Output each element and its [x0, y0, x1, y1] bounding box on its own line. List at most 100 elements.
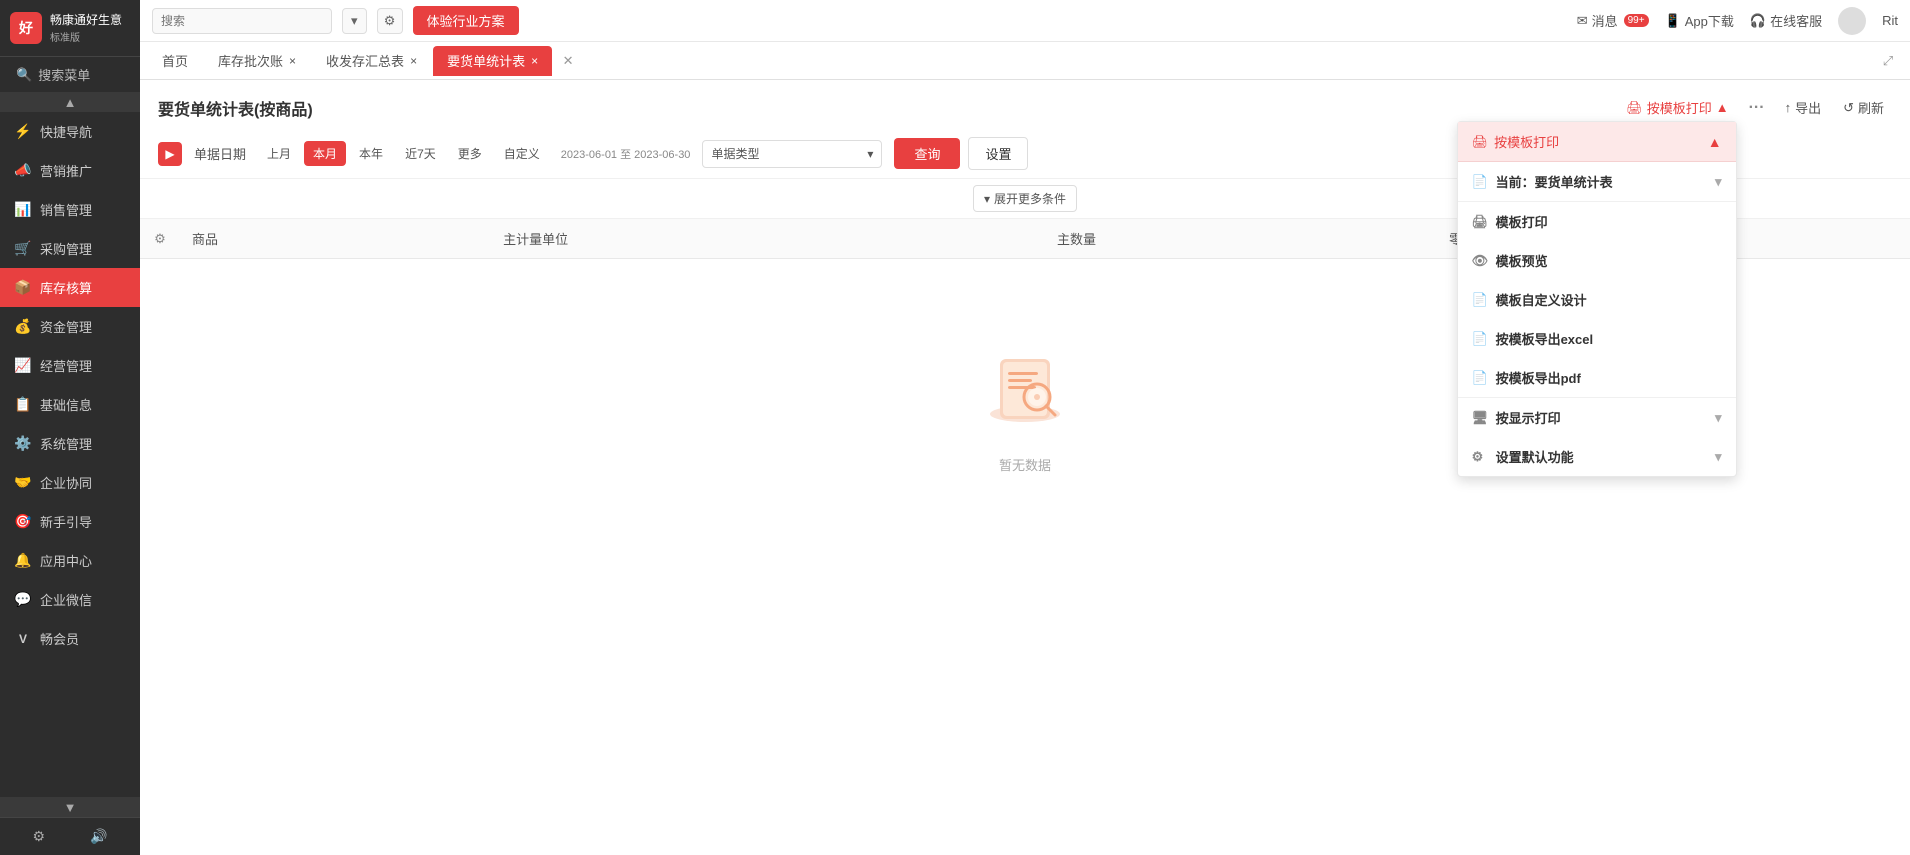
sidebar-item-wechat[interactable]: 💬 企业微信: [0, 580, 140, 619]
tab-bar: 首页 库存批次账 × 收发存汇总表 × 要货单统计表 × ✕ ⤢: [140, 42, 1910, 80]
print-chevron-icon: ▲: [1716, 100, 1729, 115]
settings-bottom-btn[interactable]: ⚙: [33, 828, 46, 845]
empty-text: 暂无数据: [999, 455, 1051, 474]
topbar-search-input[interactable]: [152, 8, 332, 34]
sidebar-item-basics[interactable]: 📋 基础信息: [0, 385, 140, 424]
messages-btn[interactable]: ✉ 消息 99+: [1577, 11, 1649, 30]
empty-icon: [975, 339, 1075, 439]
sidebar-item-label: 经营管理: [40, 356, 92, 375]
wechat-icon: 💬: [14, 591, 32, 608]
industry-btn[interactable]: 体验行业方案: [413, 6, 519, 35]
page-content: 要货单统计表(按商品) 🖨 按模板打印 ▲ 🖨: [140, 80, 1910, 855]
page-title: 要货单统计表(按商品): [158, 96, 313, 120]
dropdown-title-text: 按模板打印: [1494, 132, 1559, 151]
tab-batch-account-close[interactable]: ×: [289, 54, 296, 68]
appstore-icon: 🔔: [14, 552, 32, 569]
export-label: 导出: [1795, 98, 1821, 117]
template-preview-label: 模板预览: [1496, 251, 1548, 270]
refresh-icon: ↺: [1843, 100, 1854, 116]
tab-order-stats-label: 要货单统计表: [447, 51, 525, 70]
dropdown-current-item[interactable]: 📄 当前：要货单统计表 ▾: [1458, 162, 1736, 201]
sidebar-item-label: 采购管理: [40, 239, 92, 258]
tab-batch-account-label: 库存批次账: [218, 51, 283, 70]
header-actions: 🖨 按模板打印 ▲ 🖨 按模板打印 ▲: [1618, 94, 1892, 121]
sidebar-item-enterprise[interactable]: 🤝 企业协同: [0, 463, 140, 502]
dropdown-template-preview[interactable]: 👁 模板预览: [1458, 241, 1736, 280]
type-select[interactable]: 单据类型 ▾: [702, 140, 882, 168]
tab-order-stats-close[interactable]: ×: [531, 54, 538, 68]
sidebar-item-label: 应用中心: [40, 551, 92, 570]
message-badge: 99+: [1624, 14, 1649, 27]
download-icon: 📱: [1665, 13, 1681, 29]
print-dropdown: 🖨 按模板打印 ▲ 📄 当前：要货单统计表 ▾: [1457, 121, 1737, 477]
tab-home[interactable]: 首页: [148, 46, 202, 76]
expand-more-btn[interactable]: ▾ 展开更多条件: [973, 185, 1077, 212]
tab-receipt-summary[interactable]: 收发存汇总表 ×: [312, 46, 431, 76]
dropdown-display-print[interactable]: 🖥 按显示打印 ▾: [1458, 398, 1736, 437]
refresh-btn[interactable]: ↺ 刷新: [1835, 94, 1892, 121]
print-btn[interactable]: 🖨 按模板打印 ▲: [1618, 94, 1736, 121]
tab-close-all-btn[interactable]: ✕: [554, 47, 582, 75]
type-select-label: 单据类型: [711, 145, 759, 162]
print-icon: 🖨: [1626, 100, 1643, 116]
dropdown-section-display: 🖥 按显示打印 ▾ ⚙ 设置默认功能 ▾: [1458, 397, 1736, 476]
sidebar-item-finance[interactable]: 💰 资金管理: [0, 307, 140, 346]
topbar-gear-btn[interactable]: ⚙: [377, 8, 403, 34]
sidebar-item-label: 畅会员: [40, 629, 79, 648]
sidebar-item-newbie[interactable]: 🎯 新手引导: [0, 502, 140, 541]
date-tab-current-month[interactable]: 本月: [304, 141, 346, 166]
sidebar-scroll-down[interactable]: ▼: [0, 797, 140, 817]
filter-expand-btn[interactable]: ▶: [158, 142, 182, 166]
marketing-icon: 📣: [14, 162, 32, 179]
tab-batch-account[interactable]: 库存批次账 ×: [204, 46, 310, 76]
dropdown-template-print[interactable]: 🖨 模板打印: [1458, 202, 1736, 241]
dropdown-close-btn[interactable]: ▲: [1708, 134, 1722, 150]
app-download-label: App下载: [1685, 11, 1734, 30]
sidebar-item-quick-nav[interactable]: ⚡ 快捷导航: [0, 112, 140, 151]
export-btn[interactable]: ↑ 导出: [1777, 94, 1830, 121]
sidebar-item-marketing[interactable]: 📣 营销推广: [0, 151, 140, 190]
sidebar-item-label: 企业微信: [40, 590, 92, 609]
set-default-icon: ⚙: [1472, 449, 1488, 465]
export-icon: ↑: [1785, 100, 1792, 115]
sidebar-item-member[interactable]: V 畅会员: [0, 619, 140, 658]
more-actions-btn[interactable]: ···: [1743, 97, 1771, 119]
th-settings[interactable]: ⚙: [140, 219, 180, 259]
logo-icon: 好: [10, 12, 42, 44]
finance-icon: 💰: [14, 318, 32, 335]
sidebar-scroll-up[interactable]: ▲: [0, 92, 140, 112]
sidebar-item-purchase[interactable]: 🛒 采购管理: [0, 229, 140, 268]
sidebar-item-system[interactable]: ⚙️ 系统管理: [0, 424, 140, 463]
dropdown-export-pdf[interactable]: 📄 按模板导出pdf: [1458, 358, 1736, 397]
dropdown-export-excel[interactable]: 📄 按模板导出excel: [1458, 319, 1736, 358]
topbar-dropdown-btn[interactable]: ▾: [342, 8, 367, 34]
settings-btn[interactable]: 设置: [968, 137, 1028, 170]
date-tab-current-year[interactable]: 本年: [350, 141, 392, 166]
online-service-btn[interactable]: 🎧 在线客服: [1750, 11, 1822, 30]
date-tab-prev-month[interactable]: 上月: [258, 141, 300, 166]
sidebar-item-label: 营销推广: [40, 161, 92, 180]
sidebar-item-appstore[interactable]: 🔔 应用中心: [0, 541, 140, 580]
dropdown-header: 🖨 按模板打印 ▲: [1458, 122, 1736, 162]
app-download-btn[interactable]: 📱 App下载: [1665, 11, 1734, 30]
display-print-label: 按显示打印: [1496, 408, 1561, 427]
user-avatar[interactable]: [1838, 7, 1866, 35]
sidebar-item-operations[interactable]: 📈 经营管理: [0, 346, 140, 385]
export-excel-label: 按模板导出excel: [1496, 329, 1594, 348]
tab-receipt-summary-close[interactable]: ×: [410, 54, 417, 68]
tab-order-stats[interactable]: 要货单统计表 ×: [433, 46, 552, 76]
query-btn[interactable]: 查询: [894, 138, 960, 169]
sidebar-search[interactable]: 🔍 搜索菜单: [0, 57, 140, 92]
message-icon: ✉: [1577, 13, 1588, 29]
dropdown-set-default[interactable]: ⚙ 设置默认功能 ▾: [1458, 437, 1736, 476]
dropdown-template-custom[interactable]: 📄 模板自定义设计: [1458, 280, 1736, 319]
topbar: ▾ ⚙ 体验行业方案 ✉ 消息 99+ 📱 App下载 🎧 在线客服 Rit: [140, 0, 1910, 42]
date-tab-custom[interactable]: 自定义: [495, 141, 549, 166]
export-pdf-icon: 📄: [1472, 370, 1488, 386]
date-tab-more[interactable]: 更多: [449, 141, 491, 166]
sidebar-item-sales[interactable]: 📊 销售管理: [0, 190, 140, 229]
date-tab-last7[interactable]: 近7天: [396, 141, 445, 166]
audio-bottom-btn[interactable]: 🔊: [90, 828, 107, 845]
tab-expand-btn[interactable]: ⤢: [1874, 47, 1902, 75]
sidebar-item-inventory[interactable]: 📦 库存核算: [0, 268, 140, 307]
